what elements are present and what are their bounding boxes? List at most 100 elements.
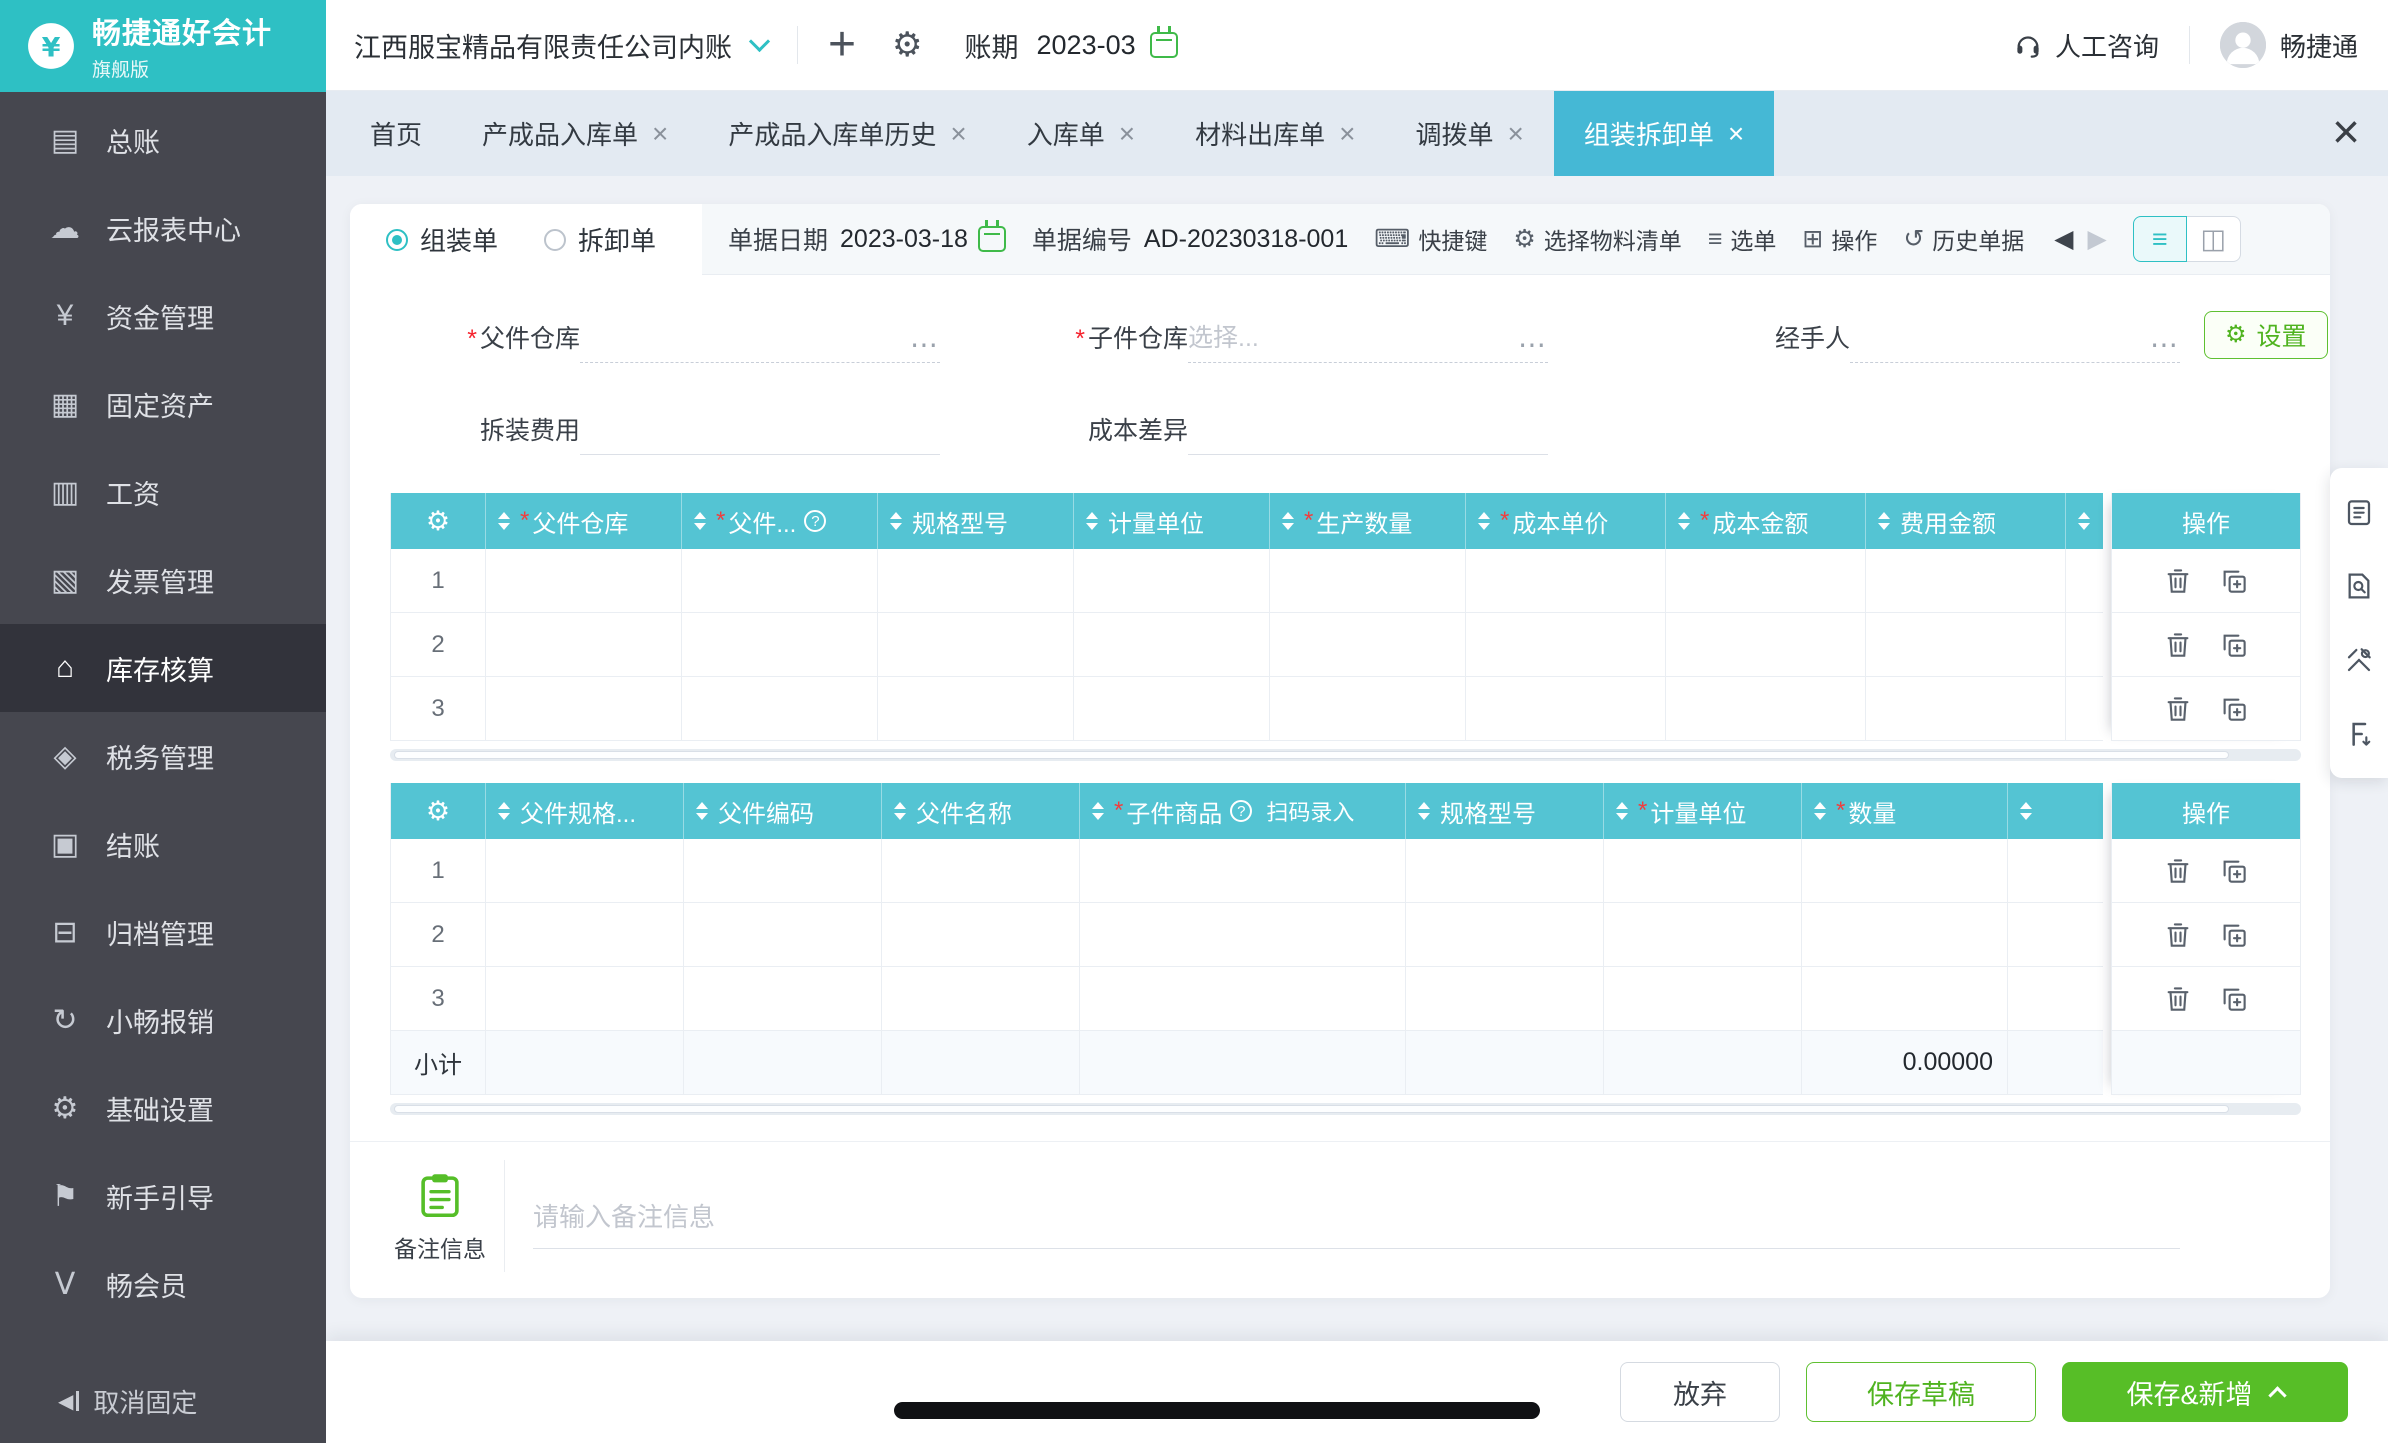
sidebar-item-inventory[interactable]: ⌂ 库存核算 [0, 624, 326, 712]
unpin-sidebar-button[interactable]: ◀ 取消固定 [0, 1359, 326, 1443]
delete-row-icon[interactable] [2163, 630, 2193, 660]
tab-assembly-disassembly[interactable]: 组装拆卸单 × [1553, 91, 1775, 176]
help-icon[interactable]: ? [804, 510, 827, 532]
save-draft-button[interactable]: 保存草稿 [1806, 1362, 2036, 1422]
sidebar-item-reimburse[interactable]: ↻ 小畅报销 [0, 976, 326, 1064]
close-icon[interactable]: × [1508, 119, 1524, 148]
close-icon[interactable]: × [950, 119, 966, 148]
table-cell[interactable] [1406, 839, 1604, 903]
table-cell[interactable] [882, 967, 1080, 1031]
copy-row-icon[interactable] [2219, 566, 2249, 596]
avatar[interactable] [2219, 22, 2266, 68]
save-and-new-button[interactable]: 保存&新增 [2062, 1362, 2348, 1422]
column-header[interactable]: 父件规格... [486, 783, 684, 839]
sort-icon[interactable] [1086, 512, 1098, 530]
sort-icon[interactable] [1282, 512, 1294, 530]
doc-list-panel-button[interactable] [2337, 480, 2381, 544]
more-options-icon[interactable]: ⋯ [1518, 331, 1546, 359]
table-cell[interactable] [682, 677, 878, 741]
table-cell[interactable] [486, 613, 682, 677]
table-cell[interactable] [682, 613, 878, 677]
column-header[interactable]: 父件名称 [882, 783, 1080, 839]
tab-finished-inbound-history[interactable]: 产成品入库单历史 × [698, 91, 996, 176]
table-cell[interactable] [878, 677, 1074, 741]
grid-view-toggle[interactable]: ◫ [2186, 216, 2241, 262]
help-icon[interactable]: ? [1230, 800, 1253, 822]
table-cell[interactable] [684, 903, 882, 967]
add-button[interactable]: + [828, 21, 856, 69]
calendar-icon[interactable] [1149, 26, 1178, 58]
delete-row-icon[interactable] [2163, 984, 2193, 1014]
table-cell[interactable] [486, 549, 682, 613]
column-header[interactable]: * 父件仓库 [486, 493, 682, 549]
next-doc-arrow[interactable]: ▶ [2088, 226, 2107, 252]
delete-row-icon[interactable] [2163, 856, 2193, 886]
column-header[interactable]: 规格型号 [878, 493, 1074, 549]
table-cell[interactable] [1406, 903, 1604, 967]
delete-row-icon[interactable] [2163, 566, 2193, 596]
gear-icon[interactable]: ⚙ [892, 25, 922, 65]
column-header[interactable]: * 父件...? [682, 493, 878, 549]
sort-icon[interactable] [1478, 512, 1490, 530]
doc-number-value[interactable]: AD-20230318-001 [1144, 225, 1348, 254]
close-icon[interactable]: × [1119, 119, 1135, 148]
period-value[interactable]: 2023-03 [1037, 30, 1136, 61]
tab-inbound[interactable]: 入库单 × [997, 91, 1165, 176]
abandon-button[interactable]: 放弃 [1620, 1362, 1780, 1422]
table-cell[interactable] [486, 677, 682, 741]
pick-order-button[interactable]: ≡ 选单 [1708, 222, 1777, 256]
table-cell[interactable] [1802, 839, 2008, 903]
cost-diff-input[interactable] [1188, 409, 1548, 455]
sort-icon[interactable] [1418, 802, 1430, 820]
sidebar-item-basic-settings[interactable]: ⚙ 基础设置 [0, 1064, 326, 1152]
delete-row-icon[interactable] [2163, 694, 2193, 724]
operations-button[interactable]: ⊞ 操作 [1802, 222, 1877, 256]
copy-row-icon[interactable] [2219, 694, 2249, 724]
sidebar-item-general-ledger[interactable]: ▤ 总账 [0, 96, 326, 184]
sort-icon[interactable] [890, 512, 902, 530]
table-cell[interactable] [1802, 903, 2008, 967]
gear-icon[interactable]: ⚙ [426, 797, 450, 825]
table-cell[interactable] [1604, 967, 1802, 1031]
sidebar-item-funds[interactable]: ¥ 资金管理 [0, 272, 326, 360]
sidebar-item-tax[interactable]: ◈ 税务管理 [0, 712, 326, 800]
table-cell[interactable] [1080, 903, 1406, 967]
sort-icon[interactable] [696, 802, 708, 820]
sidebar-item-fixed-assets[interactable]: ▦ 固定资产 [0, 360, 326, 448]
copy-row-icon[interactable] [2219, 856, 2249, 886]
table-cell[interactable] [486, 903, 684, 967]
gear-icon[interactable]: ⚙ [426, 507, 450, 535]
table-cell[interactable] [1466, 677, 1666, 741]
tab-material-outbound[interactable]: 材料出库单 × [1165, 91, 1385, 176]
remarks-input[interactable]: 请输入备注信息 [533, 1183, 2180, 1249]
calendar-icon[interactable] [977, 220, 1006, 252]
settings-button[interactable]: ⚙ 设置 [2204, 311, 2328, 359]
table-cell[interactable] [1466, 613, 1666, 677]
tab-finished-inbound[interactable]: 产成品入库单 × [452, 91, 698, 176]
child-warehouse-input[interactable]: 选择... ⋯ [1188, 317, 1548, 363]
sidebar-item-archive[interactable]: ⊟ 归档管理 [0, 888, 326, 976]
horizontal-scrollbar[interactable] [390, 1103, 2301, 1115]
sort-icon[interactable] [1616, 802, 1628, 820]
table-cell[interactable] [1466, 549, 1666, 613]
table-cell[interactable] [882, 903, 1080, 967]
sidebar-item-invoice[interactable]: ▧ 发票管理 [0, 536, 326, 624]
column-header[interactable]: 费用金额 [1866, 493, 2066, 549]
table-cell[interactable] [1866, 613, 2066, 677]
table-cell[interactable] [1074, 677, 1270, 741]
table-cell[interactable] [682, 549, 878, 613]
table-cell[interactable] [1080, 839, 1406, 903]
delete-row-icon[interactable] [2163, 920, 2193, 950]
sort-icon[interactable] [2078, 512, 2090, 530]
table-cell[interactable] [1802, 967, 2008, 1031]
close-icon[interactable]: × [1339, 119, 1355, 148]
sidebar-item-member[interactable]: Ⅴ 畅会员 [0, 1240, 326, 1328]
more-options-icon[interactable]: ⋯ [910, 331, 938, 359]
tab-transfer[interactable]: 调拨单 × [1386, 91, 1554, 176]
table-cell[interactable] [1270, 613, 1466, 677]
column-header[interactable]: * 数量 [1802, 783, 2008, 839]
table-cell[interactable] [1604, 903, 1802, 967]
table-cell[interactable] [1866, 677, 2066, 741]
table-cell[interactable] [1406, 967, 1604, 1031]
more-options-icon[interactable]: ⋯ [2150, 331, 2178, 359]
